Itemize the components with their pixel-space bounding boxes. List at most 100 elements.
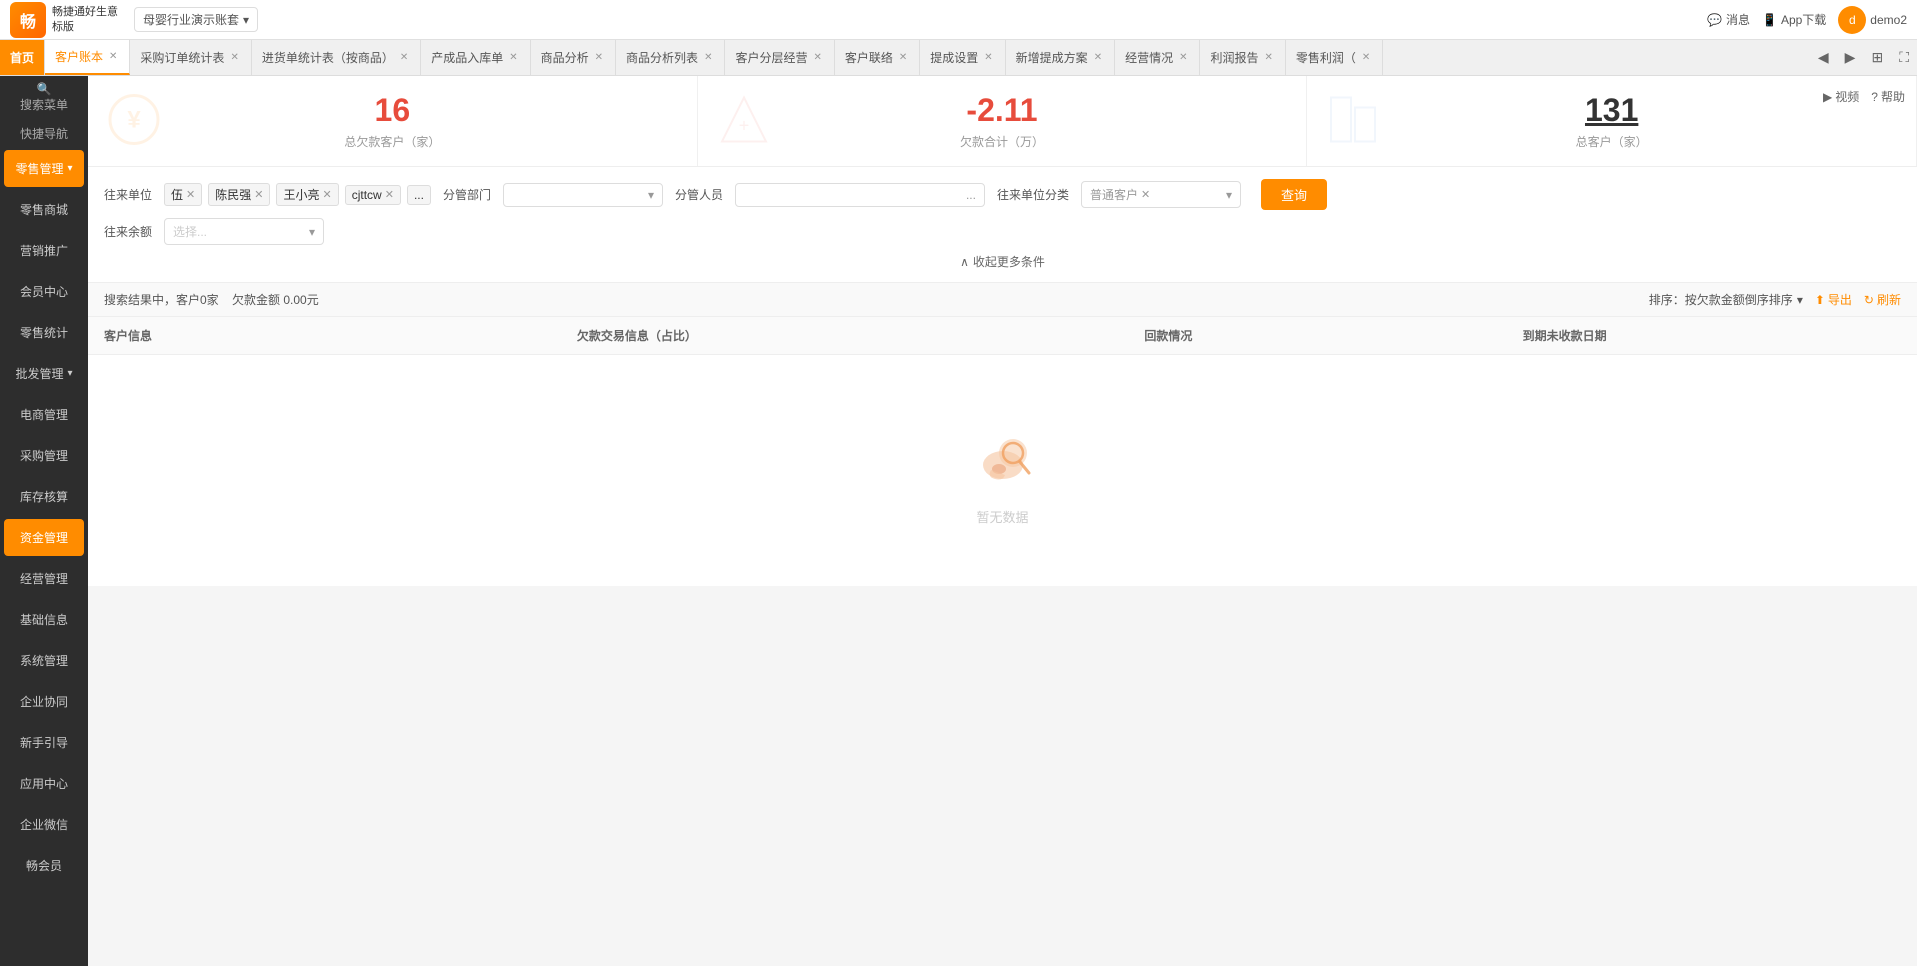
tenant-selector[interactable]: 母婴行业演示账套 ▾	[134, 7, 258, 32]
top-bar: 畅 畅捷通好生意 标版 母婴行业演示账套 ▾ 💬 消息 📱 App下载 d de…	[0, 0, 1917, 40]
user-profile[interactable]: d demo2	[1838, 6, 1907, 34]
sidebar-item-member[interactable]: 会员中心	[4, 273, 84, 310]
tab-product-analysis-list[interactable]: 商品分析列表 ✕	[616, 40, 725, 75]
tab-expand-button[interactable]: ⊞	[1863, 45, 1891, 70]
tab-customer-contact[interactable]: 客户联络 ✕	[835, 40, 920, 75]
sidebar-item-newbie[interactable]: 新手引导	[4, 724, 84, 761]
sort-select[interactable]: 排序：按欠款金额倒序排序 ▾	[1649, 291, 1803, 308]
tab-bar-actions: ◀ ▶ ⊞ ⛶	[1810, 45, 1917, 70]
person-filter-label: 分管人员	[675, 186, 723, 203]
sidebar-item-finance[interactable]: 资金管理	[4, 519, 84, 556]
sidebar-quick-nav[interactable]: 快捷导航	[0, 119, 88, 148]
tab-customer-tier[interactable]: 客户分层经营 ✕	[725, 40, 834, 75]
remove-tag-chen[interactable]: ✕	[254, 188, 263, 201]
search-result-bar: 搜索结果中，客户0家 欠款金额 0.00元 排序：按欠款金额倒序排序 ▾ ⬆ 导…	[88, 283, 1917, 317]
tab-fullscreen-button[interactable]: ⛶	[1891, 45, 1917, 70]
sidebar-item-inventory[interactable]: 库存核算	[4, 478, 84, 515]
unit-type-filter-select[interactable]: 普通客户 ✕ ▾	[1081, 181, 1241, 208]
tab-promotion-settings[interactable]: 提成设置 ✕	[920, 40, 1005, 75]
remove-tag-wang[interactable]: ✕	[323, 188, 332, 201]
filter-tag-customer-type: 普通客户 ✕	[1090, 186, 1150, 203]
collapse-filter-button[interactable]: ∧ 收起更多条件	[104, 253, 1901, 270]
message-icon: 💬	[1707, 13, 1722, 27]
tab-close-stock-stat[interactable]: ✕	[398, 51, 410, 64]
logo-text: 畅捷通好生意 标版	[52, 5, 118, 34]
empty-text: 暂无数据	[976, 507, 1028, 526]
tab-close-retail-profit[interactable]: ✕	[1360, 51, 1372, 64]
sidebar-item-wholesale[interactable]: 批发管理 ▾	[4, 355, 84, 392]
page-content: ¥ 16 总欠款客户（家） + -2.11 欠款合计（万）	[88, 76, 1917, 966]
tab-close-customer-contact[interactable]: ✕	[897, 51, 909, 64]
remove-tag-wu[interactable]: ✕	[186, 188, 195, 201]
tab-close-product-stock[interactable]: ✕	[507, 51, 519, 64]
video-icon: ▶	[1823, 90, 1832, 104]
dept-filter-select[interactable]: ▾	[503, 183, 663, 207]
col-header-repay: 回款情况	[1144, 327, 1522, 344]
sidebar-item-vip[interactable]: 畅会员	[4, 847, 84, 884]
chevron-down-icon: ▾	[243, 13, 249, 27]
search-icon: 🔍	[37, 82, 52, 96]
help-icon: ?	[1871, 90, 1878, 104]
stat-debt-total: + -2.11 欠款合计（万）	[698, 76, 1308, 166]
person-filter-select[interactable]: ...	[735, 183, 985, 207]
tab-prev-button[interactable]: ◀	[1810, 45, 1837, 70]
content-area: ¥ 16 总欠款客户（家） + -2.11 欠款合计（万）	[88, 76, 1917, 966]
sidebar-item-retail-mall[interactable]: 零售商城	[4, 191, 84, 228]
export-button[interactable]: ⬆ 导出	[1815, 291, 1852, 308]
sidebar-item-purchase[interactable]: 采购管理	[4, 437, 84, 474]
sidebar-search-button[interactable]: 🔍 搜索菜单	[0, 76, 88, 119]
table-header: 客户信息 欠款交易信息（占比） 回款情况 到期未收款日期	[88, 317, 1917, 355]
tab-close-product-analysis[interactable]: ✕	[593, 51, 605, 64]
filter-tag-chen: 陈民强 ✕	[208, 183, 270, 206]
video-button[interactable]: ▶ 视频	[1823, 88, 1859, 105]
remove-tag-customer-type[interactable]: ✕	[1141, 188, 1150, 201]
sidebar-item-wechat[interactable]: 企业微信	[4, 806, 84, 843]
sidebar-item-app-center[interactable]: 应用中心	[4, 765, 84, 802]
tab-new-promo[interactable]: 新增提成方案 ✕	[1006, 40, 1115, 75]
tab-product-analysis[interactable]: 商品分析 ✕	[531, 40, 616, 75]
sidebar-item-operations[interactable]: 经营管理	[4, 560, 84, 597]
filter-bar: 往来单位 伍 ✕ 陈民强 ✕ 王小亮	[88, 167, 1917, 283]
help-button[interactable]: ? 帮助	[1871, 88, 1905, 105]
sidebar-item-enterprise[interactable]: 企业协同	[4, 683, 84, 720]
tab-close-business[interactable]: ✕	[1177, 51, 1189, 64]
sidebar-item-marketing[interactable]: 营销推广	[4, 232, 84, 269]
tab-close-profit-report[interactable]: ✕	[1263, 51, 1275, 64]
app-download-button[interactable]: 📱 App下载	[1762, 11, 1826, 28]
tab-next-button[interactable]: ▶	[1837, 45, 1864, 70]
stat-all-customers-value: 131	[1585, 92, 1638, 129]
tab-close-product-analysis-list[interactable]: ✕	[702, 51, 714, 64]
filter-row-1: 往来单位 伍 ✕ 陈民强 ✕ 王小亮	[104, 179, 1901, 210]
tab-retail-profit[interactable]: 零售利润（ ✕	[1286, 40, 1383, 75]
arrow-icon-wholesale: ▾	[67, 368, 72, 379]
tab-close-new-promo[interactable]: ✕	[1092, 51, 1104, 64]
tab-product-stock[interactable]: 产成品入库单 ✕	[421, 40, 530, 75]
tab-business[interactable]: 经营情况 ✕	[1115, 40, 1200, 75]
sidebar-item-system[interactable]: 系统管理	[4, 642, 84, 679]
tab-customer-account[interactable]: 客户账本 ✕	[45, 40, 130, 75]
home-tab-label: 首页	[10, 49, 34, 66]
tab-close-purchase-order[interactable]: ✕	[228, 51, 240, 64]
tab-close-customer-tier[interactable]: ✕	[811, 51, 823, 64]
tab-close-customer-account[interactable]: ✕	[107, 50, 119, 63]
tab-home[interactable]: 首页	[0, 40, 45, 75]
tab-close-promotion-settings[interactable]: ✕	[982, 51, 994, 64]
refresh-button[interactable]: ↻ 刷新	[1864, 291, 1901, 308]
tab-profit-report[interactable]: 利润报告 ✕	[1200, 40, 1285, 75]
balance-filter-select[interactable]: 选择... ▾	[164, 218, 324, 245]
sidebar-item-retail-stat[interactable]: 零售统计	[4, 314, 84, 351]
filter-tag-wu: 伍 ✕	[164, 183, 202, 206]
empty-state: 暂无数据	[88, 355, 1917, 586]
tab-purchase-order[interactable]: 采购订单统计表 ✕	[130, 40, 251, 75]
message-button[interactable]: 💬 消息	[1707, 11, 1750, 28]
logo-area: 畅 畅捷通好生意 标版	[10, 2, 118, 38]
tab-stock-stat[interactable]: 进货单统计表（按商品） ✕	[252, 40, 421, 75]
sidebar-item-retail[interactable]: 零售管理 ▾	[4, 150, 84, 187]
sidebar-item-basic-info[interactable]: 基础信息	[4, 601, 84, 638]
remove-tag-cj[interactable]: ✕	[385, 188, 394, 201]
col-header-debt: 欠款交易信息（占比）	[577, 327, 1144, 344]
filter-tag-more[interactable]: ...	[407, 185, 431, 205]
stat-debt-value: -2.11	[966, 92, 1037, 129]
sidebar-item-ecommerce[interactable]: 电商管理	[4, 396, 84, 433]
query-button[interactable]: 查询	[1261, 179, 1327, 210]
